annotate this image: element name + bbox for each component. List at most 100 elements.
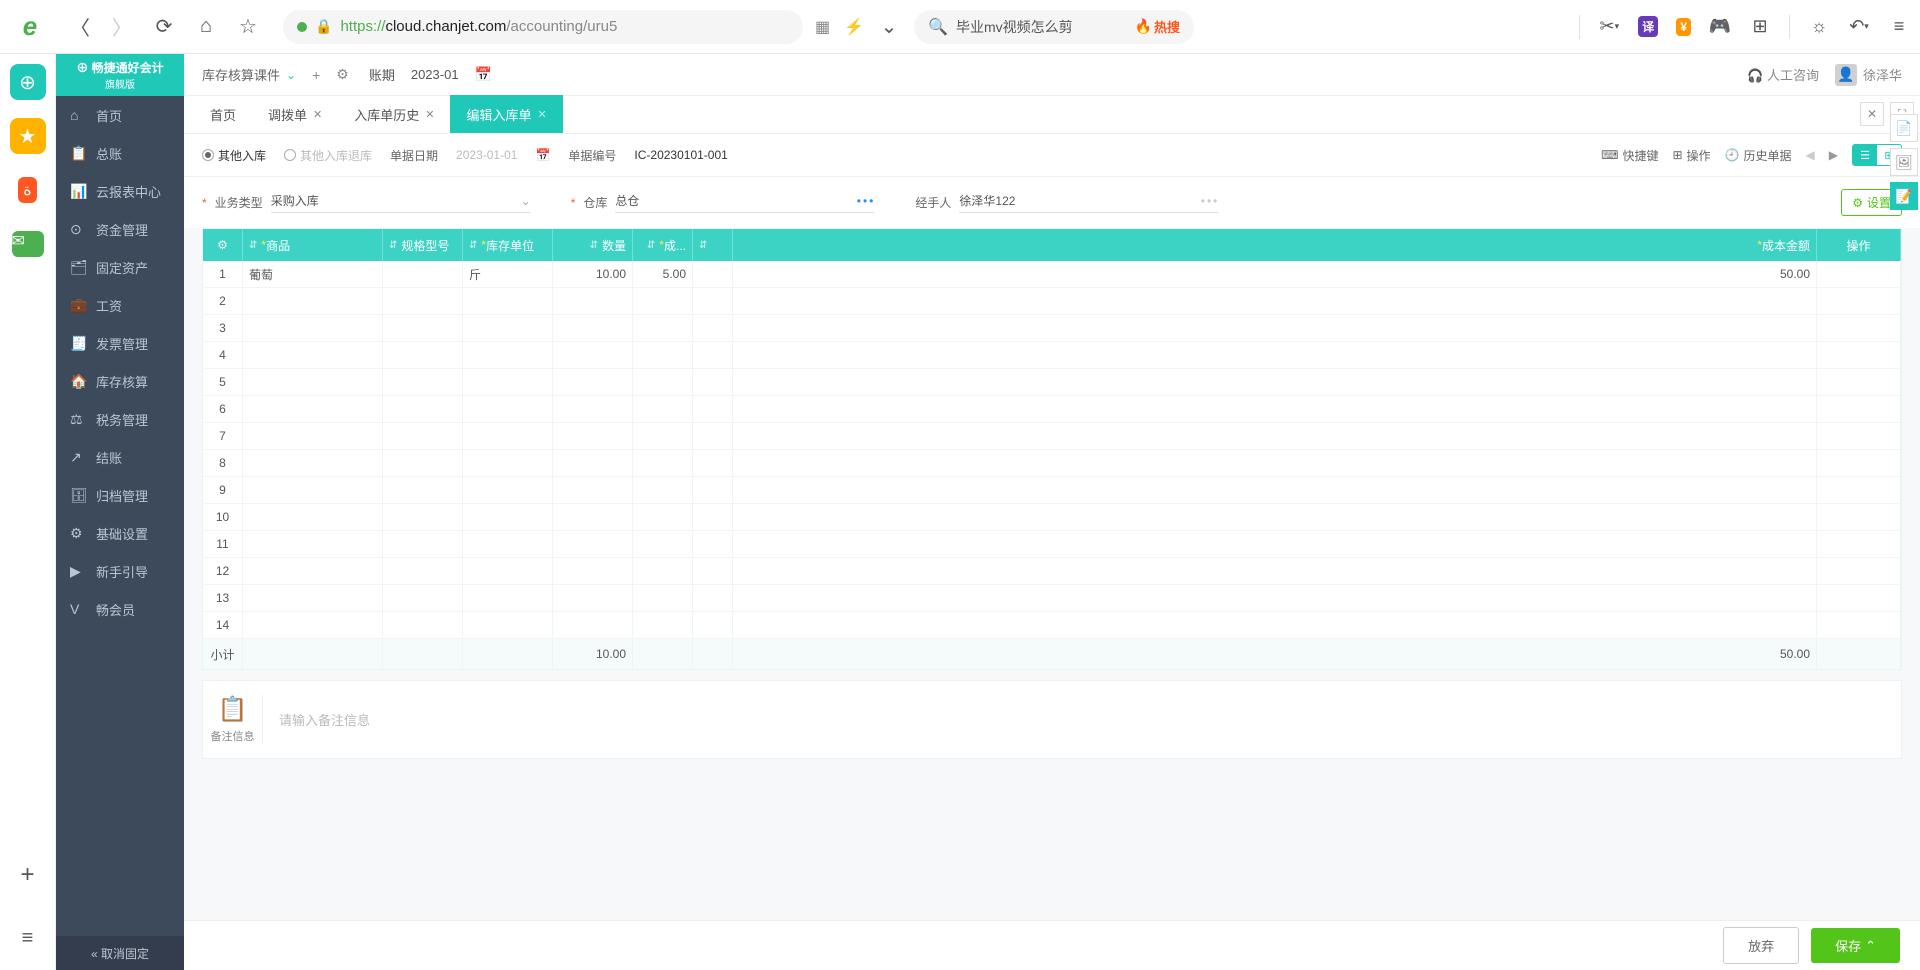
grid-icon[interactable]: ⊞ [1749, 16, 1771, 38]
gear-icon[interactable]: ⚙ [336, 66, 349, 83]
col-cost[interactable]: ⇵*成... [633, 229, 693, 261]
rail-btn-1[interactable]: 📄 [1890, 114, 1918, 142]
tab-2[interactable]: 入库单历史✕ [338, 95, 450, 133]
rail-btn-3[interactable]: 📝 [1890, 182, 1918, 210]
launcher-mail[interactable]: ✉ [10, 226, 46, 262]
table-row[interactable]: 2 [203, 288, 1901, 315]
table-row[interactable]: 1葡萄斤10.005.0050.00 [203, 261, 1901, 288]
calendar-icon[interactable]: 📅 [535, 148, 550, 162]
table-row[interactable]: 9 [203, 477, 1901, 504]
calendar-icon[interactable]: 📅 [475, 66, 492, 83]
sidebar-item-8[interactable]: ⚖税务管理 [56, 400, 184, 438]
table-row[interactable]: 13 [203, 585, 1901, 612]
field-business-type[interactable]: *业务类型 采购入库⌄ [202, 192, 531, 213]
operate-link[interactable]: ⊞ 操作 [1672, 147, 1710, 164]
qrcode-icon[interactable]: ▦ [815, 17, 830, 37]
radio-other-in[interactable]: 其他入库 [202, 147, 266, 164]
sidebar-item-0[interactable]: ⌂首页 [56, 96, 184, 134]
doc-date-value[interactable]: 2023-01-01 [456, 148, 517, 162]
add-account-icon[interactable]: + [312, 67, 320, 83]
back-button[interactable]: 〈 [69, 16, 91, 38]
bookmark-button[interactable]: ☆ [237, 16, 259, 38]
table-row[interactable]: 5 [203, 369, 1901, 396]
table-row[interactable]: 4 [203, 342, 1901, 369]
tab-0[interactable]: 首页 [194, 95, 252, 133]
sidebar-label: 畅会员 [96, 600, 135, 619]
table-row[interactable]: 7 [203, 423, 1901, 450]
table-row[interactable]: 12 [203, 558, 1901, 585]
col-amount[interactable]: *成本金额 [733, 229, 1817, 261]
sidebar-item-10[interactable]: 🗄归档管理 [56, 476, 184, 514]
theme-icon[interactable]: ☼ [1808, 16, 1830, 38]
table-header: ⚙ ⇵*商品 ⇵规格型号 ⇵*库存单位 ⇵数量 ⇵*成... ⇵ *成本金额 操… [203, 229, 1901, 261]
undo-icon[interactable]: ↶▾ [1848, 16, 1870, 38]
next-doc[interactable]: ▶ [1829, 148, 1838, 162]
tab-1[interactable]: 调拨单✕ [252, 95, 338, 133]
yuan-badge[interactable]: ¥ [1676, 18, 1691, 36]
cancel-button[interactable]: 放弃 [1723, 927, 1799, 964]
address-bar[interactable]: 🔒 https://cloud.chanjet.com/accounting/u… [283, 10, 803, 44]
sidebar-item-11[interactable]: ⚙基础设置 [56, 514, 184, 552]
launcher-app-2[interactable]: ★ [10, 118, 46, 154]
shortcut-link[interactable]: ⌨ 快捷键 [1601, 147, 1658, 164]
sidebar-item-2[interactable]: 📊云报表中心 [56, 172, 184, 210]
app-brand: ⊕ 畅捷通好会计 旗舰版 [56, 54, 184, 96]
sidebar-collapse[interactable]: « 取消固定 [56, 936, 184, 970]
fire-icon: 🔥 [1135, 18, 1152, 35]
sidebar-item-3[interactable]: ⊙资金管理 [56, 210, 184, 248]
save-button[interactable]: 保存 ⌃ [1811, 928, 1900, 963]
table-row[interactable]: 10 [203, 504, 1901, 531]
sidebar-item-9[interactable]: ↗结账 [56, 438, 184, 476]
close-icon[interactable]: ✕ [538, 108, 547, 121]
sidebar-item-13[interactable]: V畅会员 [56, 590, 184, 628]
table-row[interactable]: 11 [203, 531, 1901, 558]
sidebar-item-1[interactable]: 📋总账 [56, 134, 184, 172]
launcher-app-1[interactable]: ⊕ [10, 64, 46, 100]
game-icon[interactable]: 🎮 [1709, 16, 1731, 38]
remark-input[interactable]: 请输入备注信息 [263, 710, 1901, 729]
url-dropdown[interactable]: ⌄ [878, 16, 900, 38]
sidebar-item-7[interactable]: 🏠库存核算 [56, 362, 184, 400]
launcher-weibo[interactable]: ة [10, 172, 46, 208]
support-link[interactable]: 🎧 人工咨询 [1747, 65, 1819, 84]
launcher-add[interactable]: + [20, 861, 34, 889]
field-handler[interactable]: 经手人 徐泽华122••• [915, 192, 1219, 213]
launcher-menu[interactable]: ≡ [22, 927, 34, 950]
translate-badge[interactable]: 译 [1638, 16, 1658, 37]
close-icon[interactable]: ✕ [425, 108, 434, 121]
period-value[interactable]: 2023-01 [411, 67, 459, 82]
prev-doc[interactable]: ◀ [1806, 148, 1815, 162]
tab-close-all[interactable]: ✕ [1860, 102, 1884, 126]
scissors-icon[interactable]: ✂▾ [1598, 16, 1620, 38]
table-row[interactable]: 3 [203, 315, 1901, 342]
close-icon[interactable]: ✕ [313, 108, 322, 121]
sidebar-icon: ⚖ [70, 411, 86, 428]
forward-button[interactable]: 〉 [111, 16, 133, 38]
rail-btn-2[interactable]: 🖼 [1890, 148, 1918, 176]
sidebar-item-5[interactable]: 💼工资 [56, 286, 184, 324]
col-spec[interactable]: ⇵规格型号 [383, 229, 463, 261]
account-select[interactable]: 库存核算课件 ⌄ [202, 65, 296, 84]
sidebar-item-6[interactable]: 🧾发票管理 [56, 324, 184, 362]
document-header: 其他入库 其他入库退库 单据日期 2023-01-01 📅 单据编号 IC-20… [184, 134, 1920, 177]
field-warehouse[interactable]: *仓库 总仓••• [571, 192, 876, 213]
sidebar-item-4[interactable]: 🗂固定资产 [56, 248, 184, 286]
col-qty[interactable]: ⇵数量 [553, 229, 633, 261]
table-row[interactable]: 6 [203, 396, 1901, 423]
col-unit[interactable]: ⇵*库存单位 [463, 229, 553, 261]
col-gear[interactable]: ⚙ [203, 229, 243, 261]
menu-icon[interactable]: ≡ [1888, 16, 1910, 38]
table-row[interactable]: 14 [203, 612, 1901, 639]
user-menu[interactable]: 👤 徐泽华 [1835, 64, 1902, 86]
history-link[interactable]: 🕘 历史单据 [1725, 147, 1792, 164]
home-button[interactable]: ⌂ [195, 16, 217, 38]
lock-icon: 🔒 [315, 18, 332, 35]
bolt-icon[interactable]: ⚡ [844, 17, 864, 37]
reload-button[interactable]: ⟳ [153, 16, 175, 38]
table-row[interactable]: 8 [203, 450, 1901, 477]
col-product[interactable]: ⇵*商品 [243, 229, 383, 261]
radio-other-return[interactable]: 其他入库退库 [284, 147, 372, 164]
search-box[interactable]: 🔍 毕业mv视频怎么剪 🔥 热搜 [914, 10, 1194, 44]
tab-3[interactable]: 编辑入库单✕ [450, 95, 562, 133]
sidebar-item-12[interactable]: ▶新手引导 [56, 552, 184, 590]
